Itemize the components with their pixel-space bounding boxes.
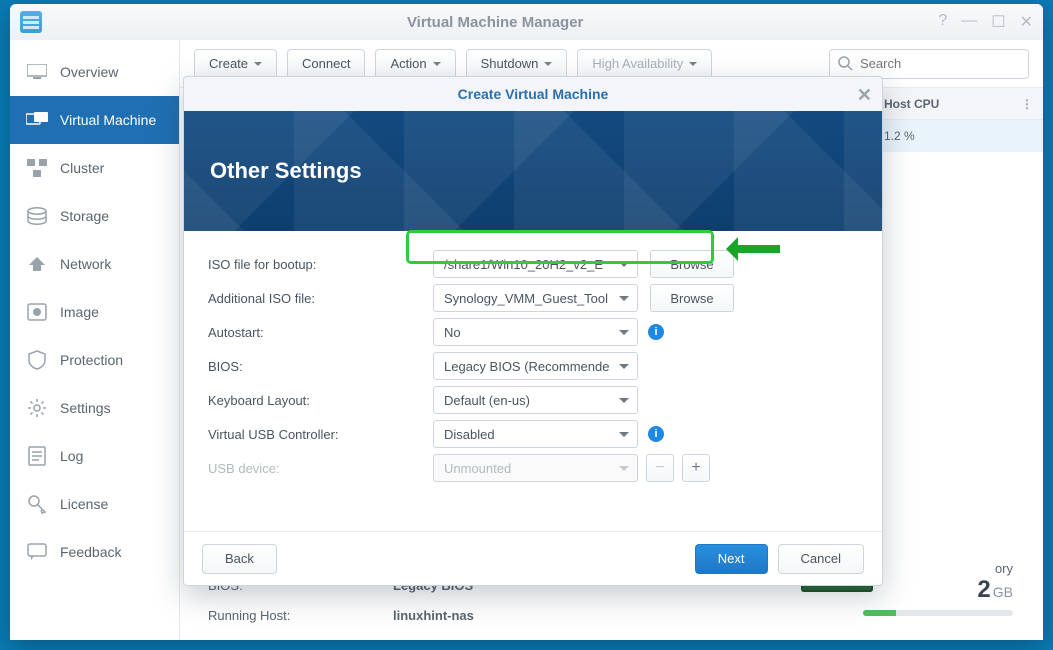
chevron-down-icon bbox=[254, 62, 262, 70]
maximize-icon[interactable]: ☐ bbox=[991, 12, 1005, 32]
image-icon bbox=[26, 302, 48, 322]
window-title: Virtual Machine Manager bbox=[52, 14, 938, 31]
info-icon[interactable]: i bbox=[648, 324, 664, 340]
cluster-icon bbox=[26, 158, 48, 178]
memory-readout: ory 2GB bbox=[977, 561, 1013, 604]
dialog-header-text: Other Settings bbox=[210, 158, 362, 184]
dialog-titlebar: Create Virtual Machine ✕ bbox=[184, 77, 882, 111]
connect-button[interactable]: Connect bbox=[287, 49, 365, 79]
iso-bootup-label: ISO file for bootup: bbox=[208, 257, 433, 272]
hostcpu-value: 1.2 % bbox=[874, 120, 1043, 152]
detail-value: linuxhint-nas bbox=[393, 608, 474, 623]
usb-add-button[interactable]: + bbox=[682, 454, 710, 482]
dialog-header: Other Settings bbox=[184, 111, 882, 231]
info-icon[interactable]: i bbox=[648, 426, 664, 442]
usb-device-label: USB device: bbox=[208, 461, 433, 476]
create-vm-dialog: Create Virtual Machine ✕ Other Settings … bbox=[183, 76, 883, 586]
usb-device-select: Unmounted bbox=[433, 454, 638, 482]
dialog-body: ISO file for bootup: /share1/Win10_20H2_… bbox=[184, 231, 882, 531]
protection-icon bbox=[26, 350, 48, 370]
sidebar-item-label: Image bbox=[60, 304, 99, 320]
sidebar-item-label: Protection bbox=[60, 352, 123, 368]
sidebar-item-feedback[interactable]: Feedback bbox=[10, 528, 179, 576]
sidebar-item-label: Overview bbox=[60, 64, 118, 80]
dialog-title: Create Virtual Machine bbox=[458, 86, 609, 102]
sidebar: Overview Virtual Machine Cluster Storage… bbox=[10, 40, 180, 640]
bios-select[interactable]: Legacy BIOS (Recommende bbox=[433, 352, 638, 380]
sidebar-item-protection[interactable]: Protection bbox=[10, 336, 179, 384]
title-bar: Virtual Machine Manager ? — ☐ ✕ bbox=[10, 4, 1043, 40]
sidebar-item-label: Virtual Machine bbox=[60, 112, 156, 128]
iso-bootup-select[interactable]: /share1/Win10_20H2_v2_E bbox=[433, 250, 638, 278]
sidebar-item-virtual-machine[interactable]: Virtual Machine bbox=[10, 96, 179, 144]
action-button[interactable]: Action bbox=[375, 49, 455, 79]
usb-controller-select[interactable]: Disabled bbox=[433, 420, 638, 448]
memory-value: 2 bbox=[977, 576, 990, 603]
chevron-down-icon bbox=[689, 62, 697, 70]
detail-label: Running Host: bbox=[208, 608, 353, 623]
iso-additional-browse-button[interactable]: Browse bbox=[650, 284, 734, 312]
search-input[interactable] bbox=[829, 49, 1029, 79]
usb-remove-button: − bbox=[646, 454, 674, 482]
memory-unit: GB bbox=[993, 584, 1013, 600]
bios-label: BIOS: bbox=[208, 359, 433, 374]
dialog-close-icon[interactable]: ✕ bbox=[857, 85, 872, 106]
autostart-label: Autostart: bbox=[208, 325, 433, 340]
log-icon bbox=[26, 446, 48, 466]
more-icon[interactable]: ⋮ bbox=[1021, 97, 1033, 111]
autostart-select[interactable]: No bbox=[433, 318, 638, 346]
iso-additional-select[interactable]: Synology_VMM_Guest_Tool bbox=[433, 284, 638, 312]
chevron-down-icon bbox=[433, 62, 441, 70]
license-icon bbox=[26, 494, 48, 514]
storage-icon bbox=[26, 206, 48, 226]
iso-additional-label: Additional ISO file: bbox=[208, 291, 433, 306]
overview-icon bbox=[26, 62, 48, 82]
sidebar-item-license[interactable]: License bbox=[10, 480, 179, 528]
sidebar-item-image[interactable]: Image bbox=[10, 288, 179, 336]
keyboard-label: Keyboard Layout: bbox=[208, 393, 433, 408]
sidebar-item-cluster[interactable]: Cluster bbox=[10, 144, 179, 192]
hostcpu-header: Host CPU bbox=[884, 97, 939, 111]
memory-label: ory bbox=[977, 561, 1013, 576]
keyboard-select[interactable]: Default (en-us) bbox=[433, 386, 638, 414]
memory-bar bbox=[863, 610, 1013, 616]
cancel-button[interactable]: Cancel bbox=[778, 544, 864, 574]
gear-icon bbox=[26, 398, 48, 418]
sidebar-item-storage[interactable]: Storage bbox=[10, 192, 179, 240]
sidebar-item-label: Log bbox=[60, 448, 83, 464]
network-icon bbox=[26, 254, 48, 274]
dialog-footer: Back Next Cancel bbox=[184, 531, 882, 585]
search-icon bbox=[837, 55, 853, 76]
sidebar-item-settings[interactable]: Settings bbox=[10, 384, 179, 432]
sidebar-item-label: Cluster bbox=[60, 160, 104, 176]
back-button[interactable]: Back bbox=[202, 544, 277, 574]
close-icon[interactable]: ✕ bbox=[1020, 12, 1033, 32]
sidebar-item-overview[interactable]: Overview bbox=[10, 48, 179, 96]
sidebar-item-label: Settings bbox=[60, 400, 111, 416]
help-icon[interactable]: ? bbox=[938, 12, 947, 32]
search-box bbox=[829, 49, 1029, 79]
ha-button[interactable]: High Availability bbox=[577, 49, 712, 79]
minimize-icon[interactable]: — bbox=[961, 12, 977, 32]
shutdown-button[interactable]: Shutdown bbox=[466, 49, 568, 79]
right-column: Host CPU ⋮ 1.2 % bbox=[873, 88, 1043, 152]
sidebar-item-label: Network bbox=[60, 256, 111, 272]
sidebar-item-log[interactable]: Log bbox=[10, 432, 179, 480]
next-button[interactable]: Next bbox=[695, 544, 768, 574]
sidebar-item-network[interactable]: Network bbox=[10, 240, 179, 288]
sidebar-item-label: License bbox=[60, 496, 108, 512]
sidebar-item-label: Feedback bbox=[60, 544, 121, 560]
sidebar-item-label: Storage bbox=[60, 208, 109, 224]
feedback-icon bbox=[26, 542, 48, 562]
vm-icon bbox=[26, 110, 48, 130]
chevron-down-icon bbox=[544, 62, 552, 70]
create-button[interactable]: Create bbox=[194, 49, 277, 79]
iso-bootup-browse-button[interactable]: Browse bbox=[650, 250, 734, 278]
app-icon bbox=[20, 11, 42, 33]
usb-controller-label: Virtual USB Controller: bbox=[208, 427, 433, 442]
